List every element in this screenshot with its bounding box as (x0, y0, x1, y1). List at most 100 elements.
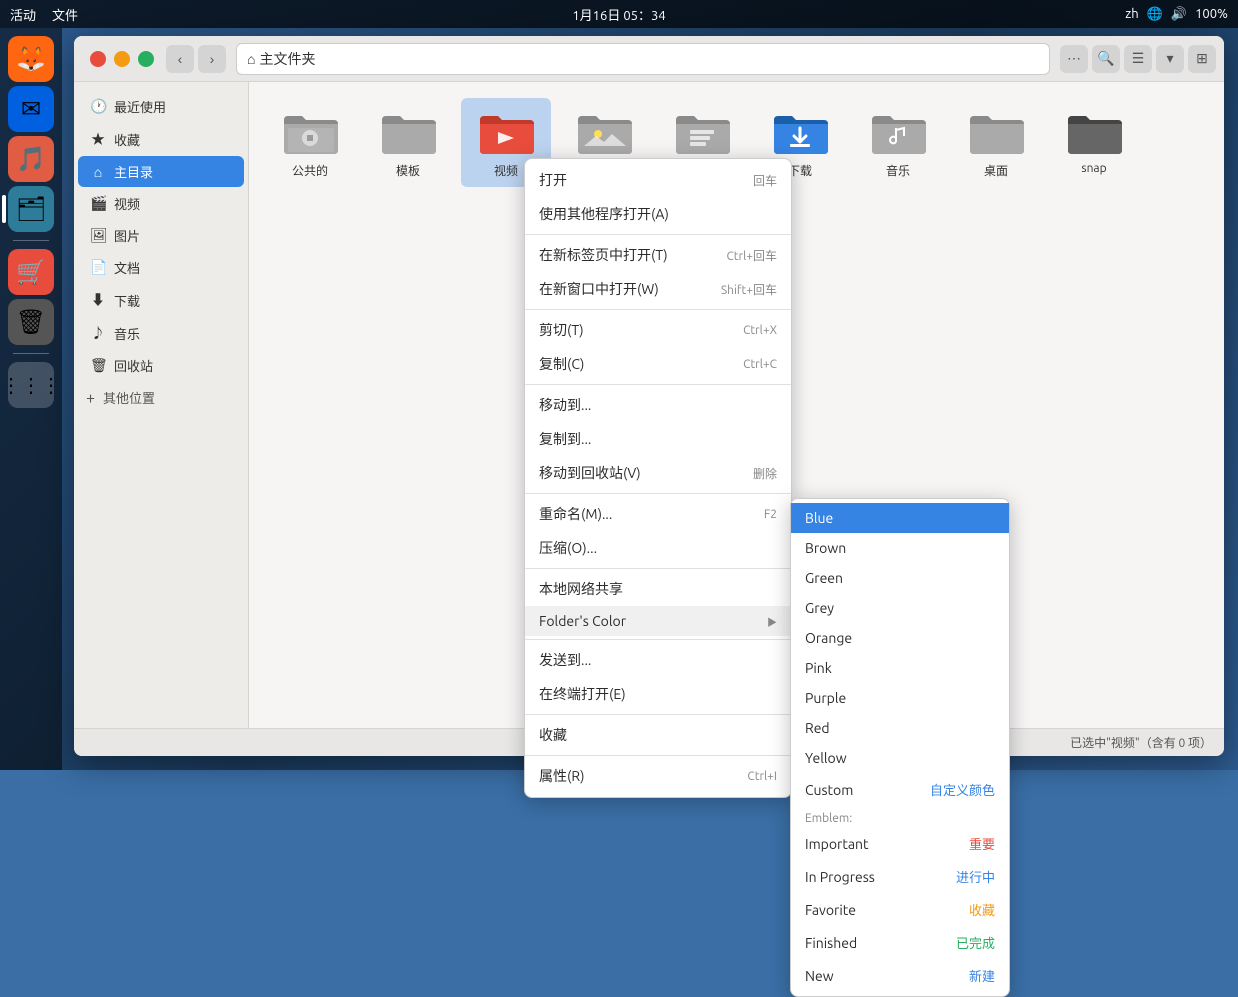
folder-icon-documents (672, 106, 732, 158)
sidebar-item-home[interactable]: ⌂ 主目录 (78, 156, 244, 187)
color-option-orange[interactable]: Orange (791, 623, 1009, 653)
folder-icon-public (280, 106, 340, 158)
folder-item-snap[interactable]: snap (1049, 98, 1139, 187)
ctx-share[interactable]: 本地网络共享 (525, 572, 791, 606)
color-option-pink[interactable]: Pink (791, 653, 1009, 683)
dock-app-grid[interactable]: ⋮⋮⋮ (8, 362, 54, 408)
files-label[interactable]: 文件 (52, 5, 78, 24)
statusbar-text: 已选中"视频"（含有 0 项） (1070, 734, 1212, 751)
context-menu: 打开 回车 使用其他程序打开(A) 在新标签页中打开(T) Ctrl+回车 在新… (524, 158, 792, 798)
dock-app-appstore[interactable]: 🛒 (8, 249, 54, 295)
ctx-trash-label: 移动到回收站(V) (539, 463, 641, 483)
emblem-inprogress[interactable]: In Progress 进行中 (791, 860, 1009, 893)
color-option-yellow[interactable]: Yellow (791, 743, 1009, 773)
sidebar-item-bookmarks[interactable]: ★ 收藏 (78, 123, 244, 155)
titlebar-actions: ⋯ 🔍 ☰ ▾ ⊞ (1060, 45, 1216, 73)
ctx-open-with[interactable]: 使用其他程序打开(A) (525, 197, 791, 231)
emblem-important[interactable]: Important 重要 (791, 827, 1009, 860)
dock-app-trash[interactable]: 🗑 (8, 299, 54, 345)
color-option-purple[interactable]: Purple (791, 683, 1009, 713)
emblem-new[interactable]: New 新建 (791, 959, 1009, 992)
window-close-button[interactable] (90, 51, 106, 67)
dock-app-thunderbird[interactable]: ✉ (8, 86, 54, 132)
color-option-custom[interactable]: Custom 自定义颜色 (791, 773, 1009, 806)
sidebar-item-video[interactable]: 🎬 视频 (78, 188, 244, 219)
sidebar-item-recent[interactable]: 🕐 最近使用 (78, 91, 244, 122)
ctx-open-tab[interactable]: 在新标签页中打开(T) Ctrl+回车 (525, 238, 791, 272)
search-button[interactable]: 🔍 (1092, 45, 1120, 73)
ctx-open-label: 打开 (539, 170, 567, 190)
ctx-move-to[interactable]: 移动到... (525, 388, 791, 422)
window-minimize-button[interactable] (114, 51, 130, 67)
bookmarks-icon: ★ (90, 129, 106, 149)
battery-label: 100% (1195, 7, 1228, 21)
color-option-green[interactable]: Green (791, 563, 1009, 593)
ctx-sep-2 (525, 309, 791, 310)
sidebar-item-trash[interactable]: 🗑 回收站 (78, 350, 244, 381)
ctx-copy[interactable]: 复制(C) Ctrl+C (525, 347, 791, 381)
ctx-compress[interactable]: 压缩(O)... (525, 531, 791, 565)
ctx-copy-to[interactable]: 复制到... (525, 422, 791, 456)
ctx-open-window[interactable]: 在新窗口中打开(W) Shift+回车 (525, 272, 791, 306)
view-toggle-button[interactable]: ▾ (1156, 45, 1184, 73)
trash-label: 回收站 (114, 356, 153, 375)
ctx-copy-shortcut: Ctrl+C (743, 358, 777, 371)
ctx-open[interactable]: 打开 回车 (525, 163, 791, 197)
ctx-cut-shortcut: Ctrl+X (743, 324, 777, 337)
sidebar-item-pictures[interactable]: 🖼 图片 (78, 220, 244, 251)
recent-label: 最近使用 (114, 97, 166, 116)
sidebar-item-docs[interactable]: 📄 文档 (78, 252, 244, 283)
nav-back-button[interactable]: ‹ (166, 45, 194, 73)
sidebar-item-other-locations[interactable]: + 其他位置 (74, 382, 248, 413)
color-option-blue[interactable]: Blue (791, 503, 1009, 533)
view-list-button[interactable]: ☰ (1124, 45, 1152, 73)
volume-icon[interactable]: 🔊 (1171, 7, 1187, 22)
ctx-rename[interactable]: 重命名(M)... F2 (525, 497, 791, 531)
color-option-red[interactable]: Red (791, 713, 1009, 743)
home-icon-breadcrumb: ⌂ (247, 51, 255, 67)
folder-item-desktop[interactable]: 桌面 (951, 98, 1041, 187)
ctx-folder-color[interactable]: Folder's Color ▶ (525, 606, 791, 636)
breadcrumb-path: 主文件夹 (259, 49, 315, 69)
ctx-bookmark[interactable]: 收藏 (525, 718, 791, 752)
breadcrumb-bar[interactable]: ⌂ 主文件夹 (236, 43, 1050, 75)
window-maximize-button[interactable] (138, 51, 154, 67)
color-pink-label: Pink (805, 660, 995, 676)
dock-app-rhythmbox[interactable]: 🎵 (8, 136, 54, 182)
desktop: 活动 文件 1月16日 05：34 zh 🌐 🔊 100% 🦊 ✉ 🎵 🗂 🛒 … (0, 0, 1238, 770)
ctx-properties[interactable]: 属性(R) Ctrl+I (525, 759, 791, 793)
folder-label-music: 音乐 (886, 162, 910, 179)
ctx-open-terminal[interactable]: 在终端打开(E) (525, 677, 791, 711)
ctx-cut[interactable]: 剪切(T) Ctrl+X (525, 313, 791, 347)
options-button[interactable]: ⋯ (1060, 45, 1088, 73)
folder-item-public[interactable]: 公共的 (265, 98, 355, 187)
topbar: 活动 文件 1月16日 05：34 zh 🌐 🔊 100% (0, 0, 1238, 28)
ctx-open-tab-shortcut: Ctrl+回车 (726, 247, 777, 264)
activities-label[interactable]: 活动 (10, 5, 36, 24)
color-option-brown[interactable]: Brown (791, 533, 1009, 563)
folder-icon-music (868, 106, 928, 158)
emblem-finished[interactable]: Finished 已完成 (791, 926, 1009, 959)
ctx-folder-color-arrow: ▶ (767, 614, 777, 629)
topbar-left: 活动 文件 (10, 5, 78, 24)
folder-item-templates[interactable]: 模板 (363, 98, 453, 187)
folder-icon-templates (378, 106, 438, 158)
ctx-open-tab-label: 在新标签页中打开(T) (539, 245, 668, 265)
ctx-open-shortcut: 回车 (753, 172, 777, 189)
ctx-sep-8 (525, 755, 791, 756)
color-option-grey[interactable]: Grey (791, 593, 1009, 623)
sidebar-item-downloads[interactable]: ⬇ 下载 (78, 284, 244, 316)
dock-app-files[interactable]: 🗂 (8, 186, 54, 232)
view-grid-button[interactable]: ⊞ (1188, 45, 1216, 73)
folder-label-templates: 模板 (396, 162, 420, 179)
dock-app-firefox[interactable]: 🦊 (8, 36, 54, 82)
emblem-favorite-action: 收藏 (969, 900, 995, 919)
ctx-open-window-shortcut: Shift+回车 (721, 281, 777, 298)
nav-forward-button[interactable]: › (198, 45, 226, 73)
emblem-favorite[interactable]: Favorite 收藏 (791, 893, 1009, 926)
folder-item-music[interactable]: 音乐 (853, 98, 943, 187)
sidebar-item-music[interactable]: ♪ 音乐 (78, 317, 244, 349)
ctx-send-to[interactable]: 发送到... (525, 643, 791, 677)
ctx-trash[interactable]: 移动到回收站(V) 删除 (525, 456, 791, 490)
folder-label-snap: snap (1081, 162, 1106, 175)
